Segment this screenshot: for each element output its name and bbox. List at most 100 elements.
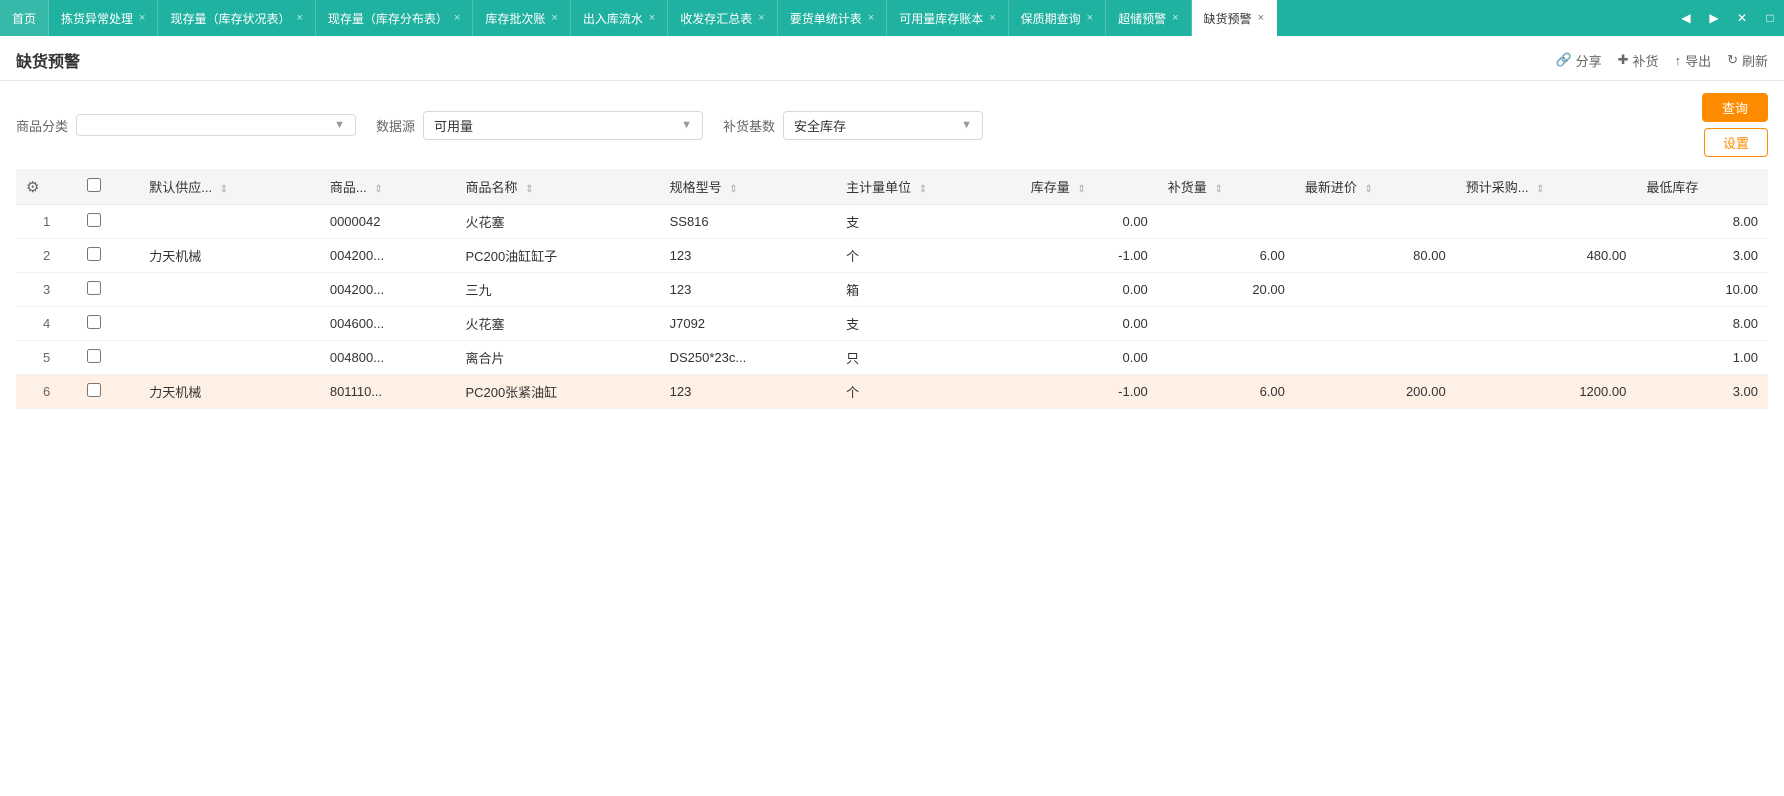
row-stock-0: 0.00	[1021, 205, 1158, 239]
row-est_purchase-3	[1456, 307, 1637, 341]
tab-close-expiry-query[interactable]: ×	[1087, 12, 1093, 24]
row-replenish-0	[1158, 205, 1295, 239]
refresh-icon: ↻	[1727, 52, 1738, 68]
col-goods-code-label: 商品...	[330, 180, 367, 195]
row-checkbox-0[interactable]	[87, 213, 101, 227]
col-replenish: 补货量 ⇕	[1158, 169, 1295, 205]
query-button[interactable]: 查询	[1702, 93, 1768, 122]
col-unit: 主计量单位 ⇕	[836, 169, 1021, 205]
row-checkbox-4[interactable]	[87, 349, 101, 363]
sort-goods-name-icon[interactable]: ⇕	[525, 184, 533, 195]
row-num-2: 3	[16, 273, 77, 307]
row-default_supplier-5: 力天机械	[139, 375, 320, 409]
share-icon: 🔗	[1555, 52, 1571, 68]
sort-spec-icon[interactable]: ⇕	[729, 184, 737, 195]
tab-inout-flow[interactable]: 出入库流水×	[571, 0, 668, 36]
datasource-filter-group: 数据源 可用量 ▼	[376, 111, 703, 140]
row-est_purchase-2	[1456, 273, 1637, 307]
sort-unit-icon[interactable]: ⇕	[919, 184, 927, 195]
row-checkbox-5[interactable]	[87, 383, 101, 397]
col-settings[interactable]: ⚙	[16, 169, 77, 205]
tab-expiry-query[interactable]: 保质期查询×	[1009, 0, 1106, 36]
row-goods_code-4: 004800...	[320, 341, 456, 375]
tab-recv-summary[interactable]: 收发存汇总表×	[668, 0, 777, 36]
col-goods-name: 商品名称 ⇕	[455, 169, 659, 205]
tab-next-btn[interactable]: ▶	[1700, 0, 1728, 36]
filter-area: 商品分类 ▼ 数据源 可用量 ▼ 补货基数 安全库存 ▼ 查询 设置	[0, 81, 1784, 169]
row-stock-2: 0.00	[1021, 273, 1158, 307]
row-latest_price-4	[1295, 341, 1456, 375]
refresh-label: 刷新	[1742, 51, 1768, 70]
sort-replenish-icon[interactable]: ⇕	[1214, 184, 1222, 195]
row-min_stock-3: 8.00	[1636, 307, 1768, 341]
sort-default-supplier-icon[interactable]: ⇕	[220, 184, 228, 195]
header-actions: 🔗 分享 ✚ 补货 ↑ 导出 ↻ 刷新	[1555, 51, 1768, 70]
replenish-label: 补货	[1633, 51, 1659, 70]
tab-close-stock-status[interactable]: ×	[296, 12, 302, 24]
sort-stock-icon[interactable]: ⇕	[1077, 184, 1085, 195]
tab-close-req-stats[interactable]: ×	[868, 12, 874, 24]
select-all-checkbox[interactable]	[87, 178, 101, 192]
row-spec-4: DS250*23c...	[660, 341, 837, 375]
replenish-btn[interactable]: ✚ 补货	[1618, 51, 1659, 70]
data-table: ⚙ 默认供应... ⇕ 商品... ⇕ 商品名称 ⇕	[16, 169, 1768, 409]
tab-close-shortage-warn[interactable]: ×	[1258, 12, 1264, 24]
row-checkbox-cell-5	[77, 375, 139, 409]
share-btn[interactable]: 🔗 分享	[1555, 51, 1601, 70]
replenish-basis-select[interactable]: 安全库存 ▼	[783, 111, 983, 140]
settings-button[interactable]: 设置	[1704, 128, 1768, 157]
datasource-select[interactable]: 可用量 ▼	[423, 111, 703, 140]
tab-close-overstock-warn[interactable]: ×	[1172, 12, 1178, 24]
row-latest_price-3	[1295, 307, 1456, 341]
row-replenish-5: 6.00	[1158, 375, 1295, 409]
export-label: 导出	[1685, 51, 1711, 70]
row-unit-0: 支	[836, 205, 1021, 239]
tab-close-batch-account[interactable]: ×	[551, 12, 557, 24]
tab-prev-btn[interactable]: ◀	[1672, 0, 1700, 36]
row-unit-1: 个	[836, 239, 1021, 273]
row-checkbox-2[interactable]	[87, 281, 101, 295]
row-checkbox-3[interactable]	[87, 315, 101, 329]
export-btn[interactable]: ↑ 导出	[1675, 51, 1712, 70]
tab-close-abnormal[interactable]: ×	[139, 12, 145, 24]
tab-close-stock-dist[interactable]: ×	[454, 12, 460, 24]
row-checkbox-cell-0	[77, 205, 139, 239]
col-spec: 规格型号 ⇕	[660, 169, 837, 205]
sort-est-purchase-icon[interactable]: ⇕	[1536, 184, 1544, 195]
tab-overstock-warn[interactable]: 超储预警×	[1106, 0, 1191, 36]
sort-goods-code-icon[interactable]: ⇕	[374, 184, 382, 195]
table-body: 10000042火花塞SS816支0.008.002力天机械004200...P…	[16, 205, 1768, 409]
row-goods_name-0: 火花塞	[455, 205, 659, 239]
row-default_supplier-4	[139, 341, 320, 375]
tab-close-recv-summary[interactable]: ×	[758, 12, 764, 24]
tab-req-stats[interactable]: 要货单统计表×	[778, 0, 887, 36]
row-min_stock-4: 1.00	[1636, 341, 1768, 375]
category-select[interactable]: ▼	[76, 114, 356, 136]
row-unit-2: 箱	[836, 273, 1021, 307]
replenish-basis-filter-group: 补货基数 安全库存 ▼	[723, 111, 983, 140]
row-goods_code-5: 801110...	[320, 375, 456, 409]
tab-maximize-btn[interactable]: □	[1756, 0, 1784, 36]
tab-stock-status[interactable]: 现存量（库存状况表）×	[158, 0, 315, 36]
row-est_purchase-1: 480.00	[1456, 239, 1637, 273]
tab-available-ledger[interactable]: 可用量库存账本×	[887, 0, 1008, 36]
tab-batch-account[interactable]: 库存批次账×	[473, 0, 570, 36]
col-default-supplier-label: 默认供应...	[149, 180, 212, 195]
tab-close-available-ledger[interactable]: ×	[989, 12, 995, 24]
row-num-0: 1	[16, 205, 77, 239]
settings-icon[interactable]: ⚙	[26, 179, 39, 196]
tab-home[interactable]: 首页	[0, 0, 49, 36]
row-goods_code-1: 004200...	[320, 239, 456, 273]
tab-shortage-warn[interactable]: 缺货预警×	[1192, 0, 1277, 36]
tab-close-all-btn[interactable]: ✕	[1728, 0, 1756, 36]
tab-abnormal[interactable]: 拣货异常处理×	[49, 0, 158, 36]
row-checkbox-1[interactable]	[87, 247, 101, 261]
table-row: 3004200...三九123箱0.0020.0010.00	[16, 273, 1768, 307]
row-num-4: 5	[16, 341, 77, 375]
sort-latest-price-icon[interactable]: ⇕	[1365, 184, 1373, 195]
col-stock: 库存量 ⇕	[1021, 169, 1158, 205]
refresh-btn[interactable]: ↻ 刷新	[1727, 51, 1768, 70]
tab-close-inout-flow[interactable]: ×	[649, 12, 655, 24]
tab-stock-dist[interactable]: 现存量（库存分布表）×	[316, 0, 473, 36]
row-unit-4: 只	[836, 341, 1021, 375]
